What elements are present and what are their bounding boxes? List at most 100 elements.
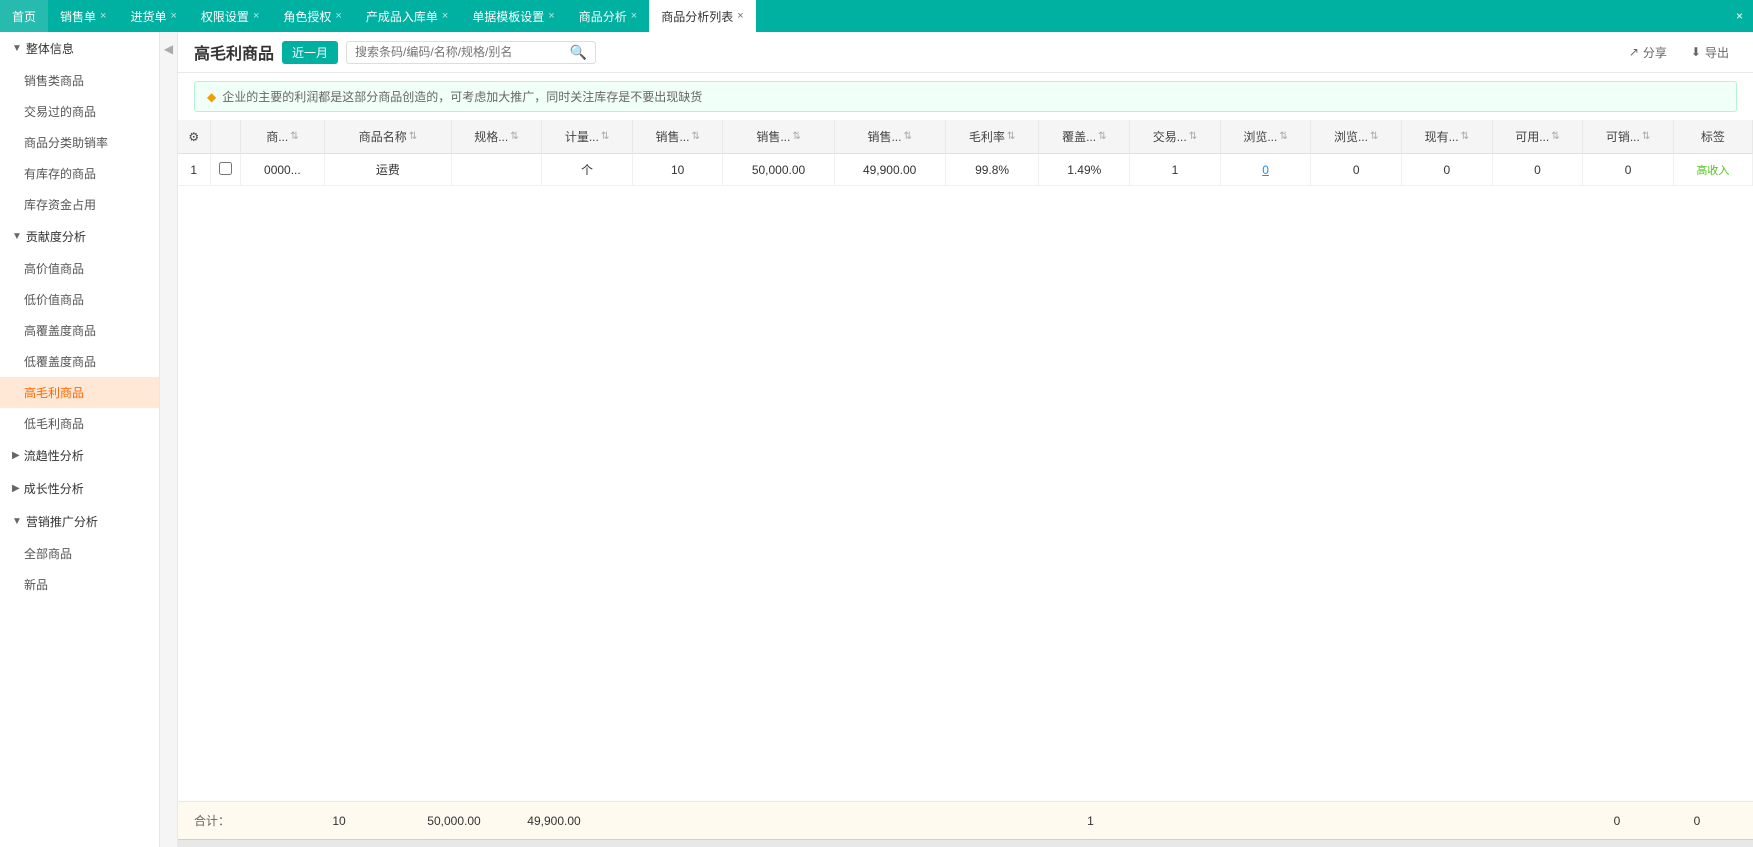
search-icon[interactable]: 🔍 xyxy=(570,44,587,61)
col-margin[interactable]: 毛利率⇅ xyxy=(945,120,1039,154)
sidebar-item-stock-capital[interactable]: 库存资金占用 xyxy=(0,189,159,220)
sidebar-collapse-btn[interactable]: ◀ xyxy=(160,32,178,847)
export-btn[interactable]: ⬇ 导出 xyxy=(1683,41,1737,64)
sidebar-item-category-rate[interactable]: 商品分类助销率 xyxy=(0,127,159,158)
nav-role-close[interactable]: × xyxy=(335,10,341,22)
nav-template-close[interactable]: × xyxy=(548,10,554,22)
sort-icon-margin: ⇅ xyxy=(1007,131,1015,142)
sidebar-item-low-value[interactable]: 低价值商品 xyxy=(0,284,159,315)
nav-home[interactable]: 首页 xyxy=(0,0,48,32)
nav-product-analysis-list[interactable]: 商品分析列表 × xyxy=(649,0,755,32)
arrow-icon-5: ▼ xyxy=(12,516,22,527)
table-footer: 合计： 10 50,000.00 49,900.00 1 0 0 xyxy=(178,801,1753,839)
col-settings[interactable]: ⚙ xyxy=(178,120,210,154)
sort-icon-as: ⇅ xyxy=(1551,131,1559,142)
nav-sales[interactable]: 销售单 × xyxy=(48,0,118,32)
cell-current-stock: 0 xyxy=(1401,154,1492,186)
cell-tag: 高收入 xyxy=(1673,154,1752,186)
settings-icon[interactable]: ⚙ xyxy=(188,130,199,144)
sort-icon-b2: ⇅ xyxy=(1370,131,1378,142)
arrow-icon: ▼ xyxy=(12,43,22,54)
col-sellable-stock[interactable]: 可销...⇅ xyxy=(1583,120,1674,154)
sort-icon-qty: ⇅ xyxy=(691,131,699,142)
nav-template[interactable]: 单据模板设置 × xyxy=(460,0,566,32)
sort-icon-cs: ⇅ xyxy=(1461,131,1469,142)
col-name[interactable]: 商品名称⇅ xyxy=(325,120,451,154)
footer-sales-profit: 49,900.00 xyxy=(504,814,604,828)
col-trade[interactable]: 交易...⇅ xyxy=(1130,120,1221,154)
close-all-tabs[interactable]: × xyxy=(1726,9,1753,23)
nav-permission-close[interactable]: × xyxy=(253,10,259,22)
arrow-icon-4: ▶ xyxy=(12,483,20,494)
nav-product-in-close[interactable]: × xyxy=(442,10,448,22)
nav-purchase-close[interactable]: × xyxy=(170,10,176,22)
col-current-stock[interactable]: 现有...⇅ xyxy=(1401,120,1492,154)
footer-sales-qty: 10 xyxy=(274,814,404,828)
nav-role[interactable]: 角色授权 × xyxy=(271,0,353,32)
col-sales-amount[interactable]: 销售...⇅ xyxy=(723,120,834,154)
sidebar-group-contribution[interactable]: ▼ 贡献度分析 xyxy=(0,220,159,253)
share-btn[interactable]: ↗ 分享 xyxy=(1621,41,1675,64)
table-row: 1 0000... 运费 个 10 50,000.00 49,900.00 99… xyxy=(178,154,1753,186)
info-icon: ◆ xyxy=(207,90,216,104)
nav-product-list-close[interactable]: × xyxy=(737,10,743,22)
footer-label: 合计： xyxy=(194,812,274,829)
col-sales-profit[interactable]: 销售...⇅ xyxy=(834,120,945,154)
sidebar-group-overview[interactable]: ▼ 整体信息 xyxy=(0,32,159,65)
col-browse1[interactable]: 浏览...⇅ xyxy=(1220,120,1311,154)
nav-product-in[interactable]: 产成品入库单 × xyxy=(354,0,460,32)
cell-code: 0000... xyxy=(240,154,325,186)
col-code[interactable]: 商...⇅ xyxy=(240,120,325,154)
nav-permission[interactable]: 权限设置 × xyxy=(189,0,271,32)
sidebar-item-new-goods[interactable]: 新品 xyxy=(0,569,159,600)
col-browse2[interactable]: 浏览...⇅ xyxy=(1311,120,1402,154)
info-banner: ◆ 企业的主要的利润都是这部分商品创造的，可考虑加大推广，同时关注库存是不要出现… xyxy=(194,81,1737,112)
browse1-link[interactable]: 0 xyxy=(1262,163,1269,177)
cell-trade: 1 xyxy=(1130,154,1221,186)
sort-icon-amount: ⇅ xyxy=(792,131,800,142)
sidebar-item-high-value[interactable]: 高价值商品 xyxy=(0,253,159,284)
sort-icon-unit: ⇅ xyxy=(601,131,609,142)
period-btn[interactable]: 近一月 xyxy=(282,41,338,64)
sidebar-group-trend[interactable]: ▶ 流趋性分析 xyxy=(0,439,159,472)
cell-sales-amount: 50,000.00 xyxy=(723,154,834,186)
bottom-scrollbar[interactable] xyxy=(178,839,1753,847)
sidebar-item-high-margin[interactable]: 高毛利商品 xyxy=(0,377,159,408)
footer-trade: 1 xyxy=(1051,814,1131,828)
cell-margin-rate: 99.8% xyxy=(945,154,1039,186)
sidebar-item-low-coverage[interactable]: 低覆盖度商品 xyxy=(0,346,159,377)
sidebar-item-sales-goods[interactable]: 销售类商品 xyxy=(0,65,159,96)
row-checkbox[interactable] xyxy=(219,162,232,175)
footer-available-stock: 0 xyxy=(1657,814,1737,828)
cell-sellable-stock: 0 xyxy=(1583,154,1674,186)
col-sales-qty[interactable]: 销售...⇅ xyxy=(632,120,723,154)
sidebar-item-stock-goods[interactable]: 有库存的商品 xyxy=(0,158,159,189)
content-header: 高毛利商品 近一月 🔍 ↗ 分享 ⬇ 导出 xyxy=(178,32,1753,73)
sidebar-item-traded-goods[interactable]: 交易过的商品 xyxy=(0,96,159,127)
sort-icon-cov: ⇅ xyxy=(1098,131,1106,142)
sidebar-group-growth[interactable]: ▶ 成长性分析 xyxy=(0,472,159,505)
table-container[interactable]: ⚙ 商...⇅ 商品名称⇅ 规格...⇅ 计量...⇅ xyxy=(178,120,1753,801)
cell-browse1[interactable]: 0 xyxy=(1220,154,1311,186)
nav-product-analysis[interactable]: 商品分析 × xyxy=(567,0,649,32)
col-coverage[interactable]: 覆盖...⇅ xyxy=(1039,120,1130,154)
col-unit[interactable]: 计量...⇅ xyxy=(542,120,633,154)
col-checkbox xyxy=(210,120,240,154)
col-spec[interactable]: 规格...⇅ xyxy=(451,120,542,154)
nav-product-analysis-close[interactable]: × xyxy=(631,10,637,22)
cell-spec xyxy=(451,154,542,186)
sidebar-item-all-goods[interactable]: 全部商品 xyxy=(0,538,159,569)
sidebar-group-marketing[interactable]: ▼ 营销推广分析 xyxy=(0,505,159,538)
sidebar-item-low-margin[interactable]: 低毛利商品 xyxy=(0,408,159,439)
info-text: 企业的主要的利润都是这部分商品创造的，可考虑加大推广，同时关注库存是不要出现缺货 xyxy=(222,88,702,105)
sidebar-item-high-coverage[interactable]: 高覆盖度商品 xyxy=(0,315,159,346)
col-available-stock[interactable]: 可用...⇅ xyxy=(1492,120,1583,154)
cell-sales-profit: 49,900.00 xyxy=(834,154,945,186)
cell-checkbox[interactable] xyxy=(210,154,240,186)
tag-label: 高收入 xyxy=(1696,165,1729,177)
arrow-icon-2: ▼ xyxy=(12,231,22,242)
sort-icon-name: ⇅ xyxy=(409,131,417,142)
nav-purchase[interactable]: 进货单 × xyxy=(118,0,188,32)
search-input[interactable] xyxy=(355,45,570,59)
nav-sales-close[interactable]: × xyxy=(100,10,106,22)
